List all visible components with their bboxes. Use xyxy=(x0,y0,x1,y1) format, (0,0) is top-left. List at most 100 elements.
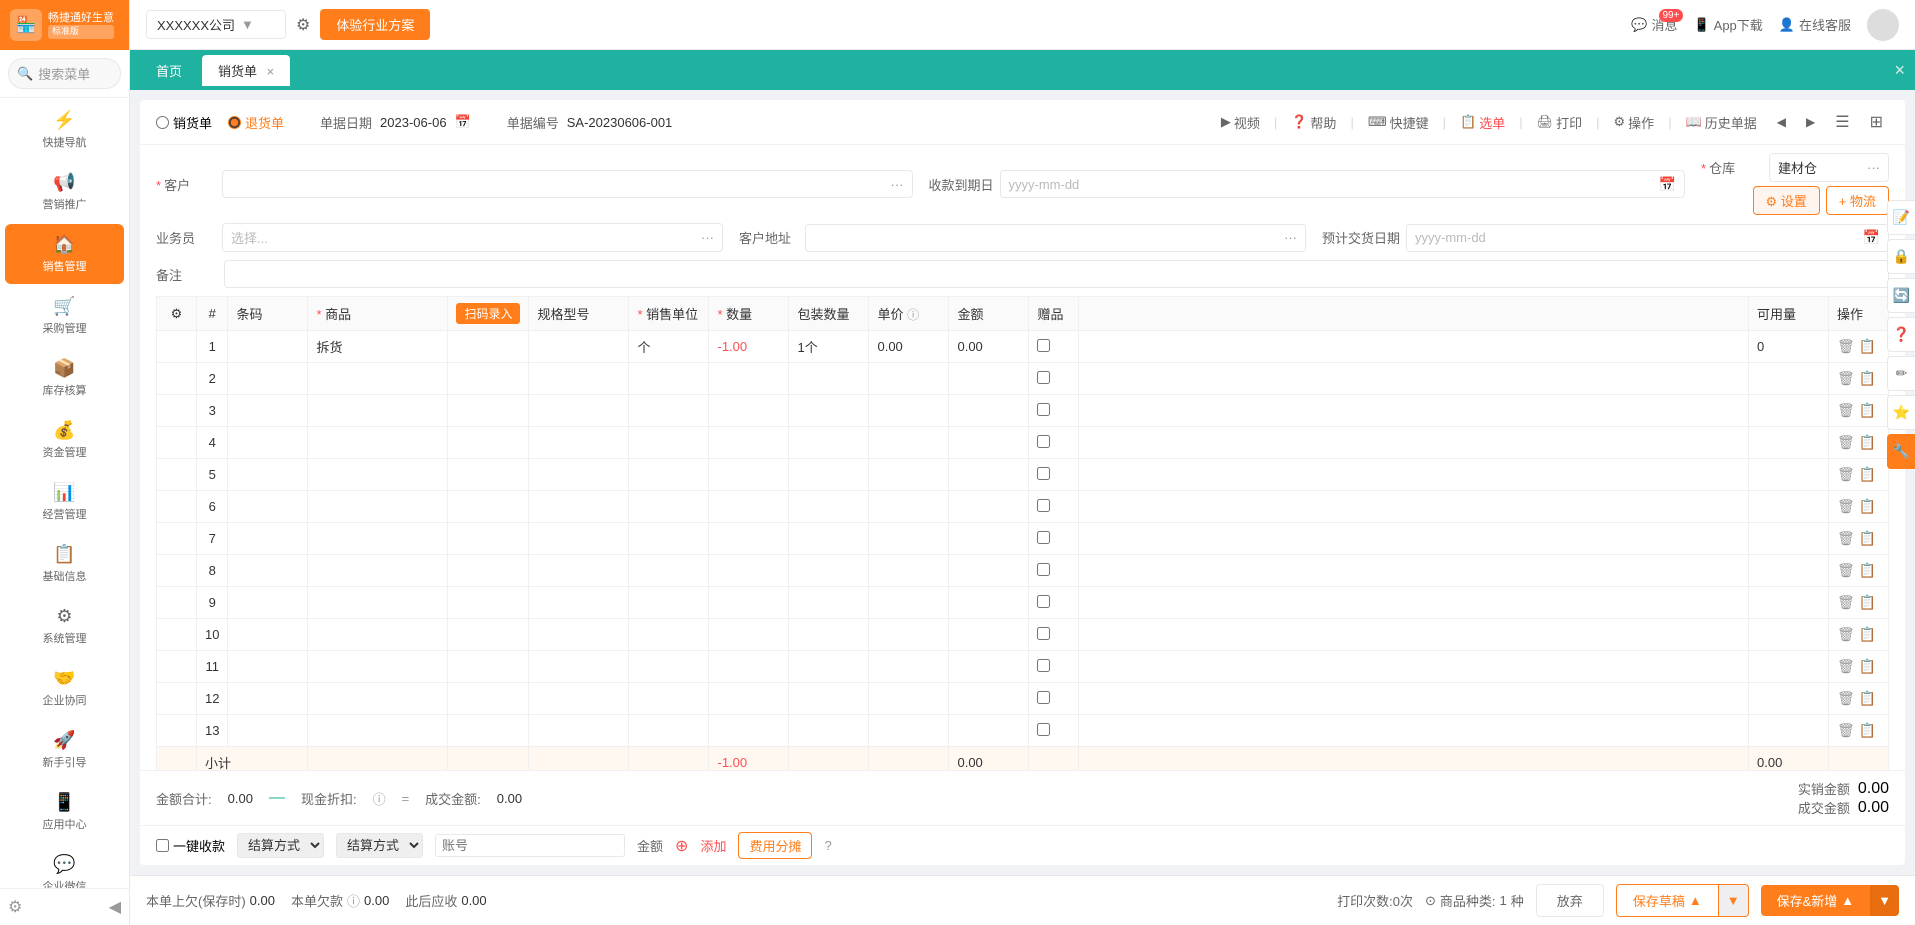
row-unit-10[interactable] xyxy=(629,651,709,683)
sidebar-item-appstore[interactable]: 📱 应用中心 xyxy=(5,782,124,842)
sidebar-item-system[interactable]: ⚙ 系统管理 xyxy=(5,596,124,656)
gift-checkbox-6[interactable] xyxy=(1037,531,1050,544)
payment-account-input[interactable] xyxy=(435,834,625,857)
row-product-12[interactable] xyxy=(308,715,448,747)
row-qty-10[interactable] xyxy=(709,651,789,683)
row-amount-0[interactable]: 0.00 xyxy=(949,331,1029,363)
row-spec-6[interactable] xyxy=(529,523,629,555)
discard-button[interactable]: 放弃 xyxy=(1536,884,1604,917)
search-menu-button[interactable]: 🔍 搜索菜单 xyxy=(8,58,121,89)
row-product-2[interactable] xyxy=(308,395,448,427)
row-unit-8[interactable] xyxy=(629,587,709,619)
row-unit-1[interactable] xyxy=(629,363,709,395)
row-amount-2[interactable] xyxy=(949,395,1029,427)
row-pkg-7[interactable] xyxy=(789,555,869,587)
row-price-3[interactable] xyxy=(869,427,949,459)
row-gift-5[interactable] xyxy=(1029,491,1079,523)
tab-sales-order[interactable]: 销货单 × xyxy=(202,55,290,86)
app-download-button[interactable]: 📱 App下载 xyxy=(1693,15,1762,34)
row-qty-9[interactable] xyxy=(709,619,789,651)
row-unit-9[interactable] xyxy=(629,619,709,651)
row-gift-4[interactable] xyxy=(1029,459,1079,491)
customer-address-input[interactable]: ··· xyxy=(805,224,1306,252)
sidebar-item-sales[interactable]: 🏠 销售管理 xyxy=(5,224,124,284)
sidebar-item-wechat[interactable]: 💬 企业微信 xyxy=(5,844,124,888)
operation-btn[interactable]: ⚙ 操作 xyxy=(1608,111,1661,134)
row-product-3[interactable] xyxy=(308,427,448,459)
row-product-9[interactable] xyxy=(308,619,448,651)
row-amount-1[interactable] xyxy=(949,363,1029,395)
row-gift-11[interactable] xyxy=(1029,683,1079,715)
row-spec-2[interactable] xyxy=(529,395,629,427)
copy-icon-3[interactable]: 📋 xyxy=(1859,434,1876,451)
row-price-12[interactable] xyxy=(869,715,949,747)
row-pkg-5[interactable] xyxy=(789,491,869,523)
row-gift-7[interactable] xyxy=(1029,555,1079,587)
row-product-11[interactable] xyxy=(308,683,448,715)
one-click-payment-checkbox[interactable]: 一键收款 xyxy=(156,836,225,855)
row-qty-7[interactable] xyxy=(709,555,789,587)
save-new-button[interactable]: 保存&新增 ▲ xyxy=(1761,885,1871,916)
sidebar-item-operations[interactable]: 📊 经营管理 xyxy=(5,472,124,532)
message-button[interactable]: 💬 消息 99+ xyxy=(1631,15,1677,34)
row-pkg-9[interactable] xyxy=(789,619,869,651)
row-price-6[interactable] xyxy=(869,523,949,555)
save-draft-button[interactable]: 保存草稿 ▲ xyxy=(1616,884,1719,917)
history-btn[interactable]: 📖 历史单据 xyxy=(1680,111,1763,134)
delete-icon-8[interactable]: 🗑 xyxy=(1837,594,1855,611)
row-spec-8[interactable] xyxy=(529,587,629,619)
one-click-checkbox-input[interactable] xyxy=(156,839,169,852)
row-barcode-5[interactable] xyxy=(228,491,308,523)
row-pkg-1[interactable] xyxy=(789,363,869,395)
radio-return-order[interactable]: 退货单 xyxy=(228,113,284,132)
row-product-5[interactable] xyxy=(308,491,448,523)
delete-icon-5[interactable]: 🗑 xyxy=(1837,498,1855,515)
copy-icon-6[interactable]: 📋 xyxy=(1859,530,1876,547)
user-avatar[interactable] xyxy=(1867,9,1899,41)
gift-checkbox-7[interactable] xyxy=(1037,563,1050,576)
row-gift-3[interactable] xyxy=(1029,427,1079,459)
salesperson-input[interactable]: 选择... ··· xyxy=(222,223,723,252)
row-spec-1[interactable] xyxy=(529,363,629,395)
delete-icon-9[interactable]: 🗑 xyxy=(1837,626,1855,643)
row-price-1[interactable] xyxy=(869,363,949,395)
payment-method-select[interactable]: 结算方式 xyxy=(237,833,324,858)
select-btn[interactable]: 📋 选单 xyxy=(1454,111,1511,134)
print-btn[interactable]: 🖨 打印 xyxy=(1531,111,1589,134)
row-barcode-9[interactable] xyxy=(228,619,308,651)
tab-close-icon[interactable]: × xyxy=(267,64,275,79)
row-qty-3[interactable] xyxy=(709,427,789,459)
video-btn[interactable]: ▶ 视频 xyxy=(1215,111,1266,134)
row-gift-10[interactable] xyxy=(1029,651,1079,683)
row-qty-0[interactable]: -1.00 xyxy=(709,331,789,363)
payment-help-icon[interactable]: ? xyxy=(824,838,831,853)
row-barcode-0[interactable] xyxy=(228,331,308,363)
copy-icon-5[interactable]: 📋 xyxy=(1859,498,1876,515)
row-unit-6[interactable] xyxy=(629,523,709,555)
row-gift-12[interactable] xyxy=(1029,715,1079,747)
settlement-method-select[interactable]: 结算方式 xyxy=(336,833,423,858)
row-qty-11[interactable] xyxy=(709,683,789,715)
delete-icon-12[interactable]: 🗑 xyxy=(1837,722,1855,739)
row-pkg-11[interactable] xyxy=(789,683,869,715)
row-spec-4[interactable] xyxy=(529,459,629,491)
prev-btn[interactable]: ◀ xyxy=(1771,113,1792,131)
payment-add-label[interactable]: 添加 xyxy=(700,836,726,855)
delete-icon-11[interactable]: 🗑 xyxy=(1837,690,1855,707)
sidebar-item-quicknav[interactable]: ⚡ 快捷导航 xyxy=(5,100,124,160)
save-draft-arrow-button[interactable]: ▼ xyxy=(1719,884,1749,917)
delete-icon-0[interactable]: 🗑 xyxy=(1837,338,1855,355)
row-qty-8[interactable] xyxy=(709,587,789,619)
row-amount-3[interactable] xyxy=(949,427,1029,459)
row-amount-6[interactable] xyxy=(949,523,1029,555)
row-gift-8[interactable] xyxy=(1029,587,1079,619)
row-amount-12[interactable] xyxy=(949,715,1029,747)
row-qty-4[interactable] xyxy=(709,459,789,491)
scan-btn[interactable]: 扫码录入 xyxy=(456,303,520,324)
float-refresh-btn[interactable]: 🔄 xyxy=(1887,278,1915,313)
delete-icon-3[interactable]: 🗑 xyxy=(1837,434,1855,451)
float-lock-btn[interactable]: 🔒 xyxy=(1887,239,1915,274)
float-star-btn[interactable]: ⭐ xyxy=(1887,395,1915,430)
radio-sale-input[interactable] xyxy=(156,116,169,129)
row-pkg-0[interactable]: 1个 xyxy=(789,331,869,363)
